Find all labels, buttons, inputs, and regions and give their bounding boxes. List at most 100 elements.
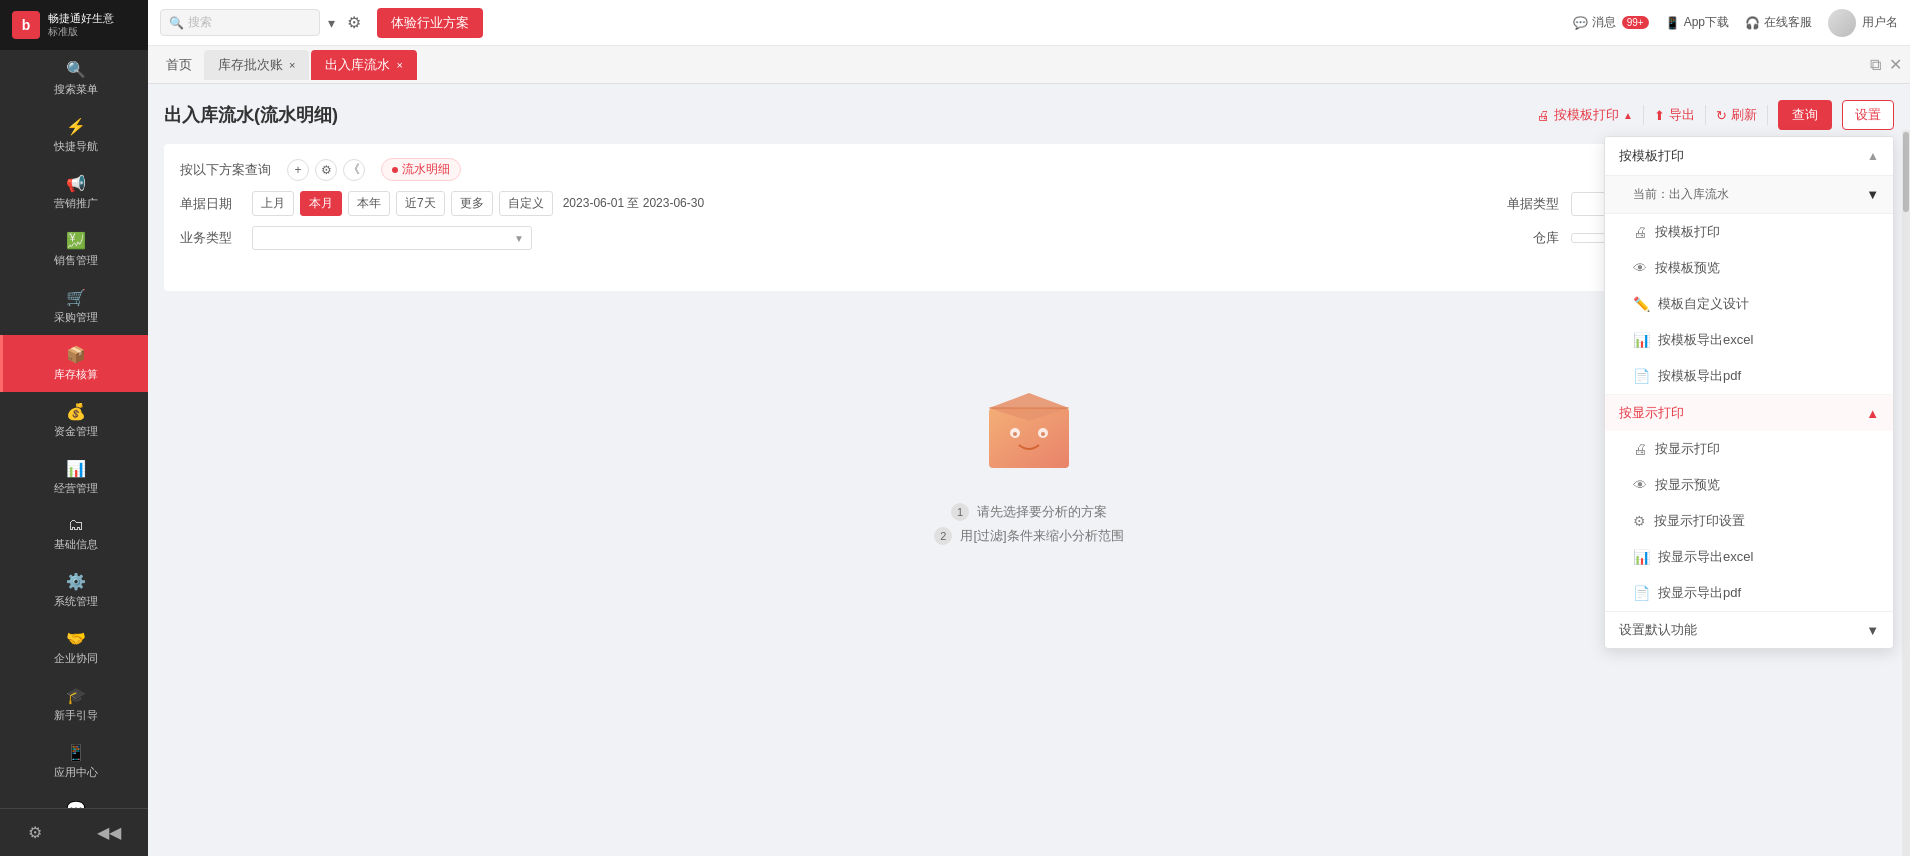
dropdown-display-section[interactable]: 按显示打印 ▲	[1605, 394, 1893, 431]
topbar-search-box[interactable]: 🔍 搜索	[160, 9, 320, 36]
search-dropdown-button[interactable]: ▾	[328, 15, 335, 31]
messages-label: 消息	[1592, 14, 1616, 31]
app-download-button[interactable]: 📱 App下载	[1665, 14, 1729, 31]
design-icon: ✏️	[1633, 296, 1650, 312]
chip-label: 流水明细	[402, 161, 450, 178]
filter-settings-button[interactable]: ⚙	[315, 159, 337, 181]
empty-step1-text: 请先选择要分析的方案	[977, 503, 1107, 521]
sidebar-item-wechat[interactable]: 💬 企业微信	[0, 790, 148, 808]
date-more-btn[interactable]: 更多	[451, 191, 493, 216]
purchase-icon: 🛒	[66, 288, 86, 307]
dropdown-item-display-print[interactable]: 🖨 按显示打印	[1605, 431, 1893, 467]
sidebar-item-finance[interactable]: 💰 资金管理	[0, 392, 148, 449]
sidebar-collapse-button[interactable]: ◀◀	[93, 819, 125, 846]
avatar	[1828, 9, 1856, 37]
empty-step-2: 2 用[过滤]条件来缩小分析范围	[934, 527, 1123, 545]
download-icon: 📱	[1665, 16, 1680, 30]
tab-restore-icon[interactable]: ⧉	[1870, 56, 1881, 74]
sidebar-settings-button[interactable]: ⚙	[24, 819, 46, 846]
dropdown-item-template-print[interactable]: 🖨 按模板打印	[1605, 214, 1893, 250]
filter-add-button[interactable]: +	[287, 159, 309, 181]
sidebar-item-label: 企业协同	[54, 651, 98, 666]
sidebar-item-purchase[interactable]: 🛒 采购管理	[0, 278, 148, 335]
home-tab-label: 首页	[166, 56, 192, 74]
sidebar-item-inventory[interactable]: 📦 库存核算	[0, 335, 148, 392]
app-logo: b 畅捷通好生意 标准版	[0, 0, 148, 50]
dropdown-item-label: 按显示导出pdf	[1658, 584, 1741, 602]
sidebar-item-shortcut[interactable]: ⚡ 快捷导航	[0, 107, 148, 164]
display-excel-icon: 📊	[1633, 549, 1650, 565]
sidebar-item-sales[interactable]: 💹 销售管理	[0, 221, 148, 278]
sidebar-item-label: 新手引导	[54, 708, 98, 723]
filter-collapse-button[interactable]: 《	[343, 159, 365, 181]
divider3	[1767, 105, 1768, 125]
step-num-1: 1	[951, 503, 969, 521]
dropdown-item-display-pdf[interactable]: 📄 按显示导出pdf	[1605, 575, 1893, 611]
warehouse-label: 仓库	[1533, 229, 1559, 247]
dropdown-title: 按模板打印	[1619, 147, 1684, 165]
messages-button[interactable]: 💬 消息 99+	[1573, 14, 1649, 31]
filter-header-label: 按以下方案查询	[180, 161, 271, 179]
display-settings-icon: ⚙	[1633, 513, 1646, 529]
settings-button[interactable]: 设置	[1842, 100, 1894, 130]
customer-service-button[interactable]: 🎧 在线客服	[1745, 14, 1812, 31]
dropdown-item-template-pdf[interactable]: 📄 按模板导出pdf	[1605, 358, 1893, 394]
dropdown-item-display-settings[interactable]: ⚙ 按显示打印设置	[1605, 503, 1893, 539]
flow-tab-close-icon[interactable]: ×	[396, 59, 402, 71]
tab-home[interactable]: 首页	[156, 50, 202, 80]
svg-point-5	[1013, 432, 1017, 436]
tab-batch[interactable]: 库存批次账 ×	[204, 50, 309, 80]
scrollbar-thumb[interactable]	[1903, 132, 1909, 212]
filter-chip[interactable]: 流水明细	[381, 158, 461, 181]
sidebar-item-system[interactable]: ⚙️ 系统管理	[0, 562, 148, 619]
dropdown-footer[interactable]: 设置默认功能 ▼	[1605, 611, 1893, 648]
export-label: 导出	[1669, 106, 1695, 124]
dropdown-item-template-preview[interactable]: 👁 按模板预览	[1605, 250, 1893, 286]
sidebar-item-label: 系统管理	[54, 594, 98, 609]
sidebar-item-collab[interactable]: 🤝 企业协同	[0, 619, 148, 676]
sidebar-item-marketing[interactable]: 📢 营销推广	[0, 164, 148, 221]
messages-badge: 99+	[1622, 16, 1649, 29]
refresh-button[interactable]: ↻ 刷新	[1716, 106, 1757, 124]
main-area: 🔍 搜索 ▾ ⚙ 体验行业方案 💬 消息 99+ 📱 App下载 🎧 在线客服	[148, 0, 1910, 856]
date-7days-btn[interactable]: 近7天	[396, 191, 445, 216]
display-pdf-icon: 📄	[1633, 585, 1650, 601]
sidebar-item-app-center[interactable]: 📱 应用中心	[0, 733, 148, 790]
trial-button[interactable]: 体验行业方案	[377, 8, 483, 38]
current-label-text: 当前：出入库流水	[1633, 186, 1729, 203]
dropdown-item-display-preview[interactable]: 👁 按显示预览	[1605, 467, 1893, 503]
user-avatar-area[interactable]: 用户名	[1828, 9, 1898, 37]
dropdown-item-label: 按模板导出pdf	[1658, 367, 1741, 385]
right-scrollbar[interactable]	[1902, 130, 1910, 856]
sidebar-item-label: 应用中心	[54, 765, 98, 780]
service-icon: 🎧	[1745, 16, 1760, 30]
sidebar-item-operation[interactable]: 📊 经营管理	[0, 449, 148, 506]
business-type-select[interactable]	[252, 226, 532, 250]
search-icon: 🔍	[169, 16, 184, 30]
dropdown-item-template-excel[interactable]: 📊 按模板导出excel	[1605, 322, 1893, 358]
export-button[interactable]: ⬆ 导出	[1654, 106, 1695, 124]
dropdown-expand-icon: ▲	[1867, 149, 1879, 163]
dropdown-item-template-design[interactable]: ✏️ 模板自定义设计	[1605, 286, 1893, 322]
print-template-button[interactable]: 🖨 按模板打印 ▲	[1537, 106, 1633, 124]
tab-flow[interactable]: 出入库流水 ×	[311, 50, 416, 80]
topbar-settings-icon[interactable]: ⚙	[347, 13, 361, 32]
doc-type-label: 单据类型	[1507, 195, 1559, 213]
inventory-icon: 📦	[66, 345, 86, 364]
date-this-year-btn[interactable]: 本年	[348, 191, 390, 216]
sidebar-item-base[interactable]: 🗂 基础信息	[0, 506, 148, 562]
sidebar-item-search[interactable]: 🔍 搜索菜单	[0, 50, 148, 107]
tab-close-icon[interactable]: ✕	[1889, 55, 1902, 74]
dropdown-item-label: 按显示打印设置	[1654, 512, 1745, 530]
dropdown-footer-label: 设置默认功能	[1619, 621, 1697, 639]
query-button[interactable]: 查询	[1778, 100, 1832, 130]
sidebar-item-guide[interactable]: 🎓 新手引导	[0, 676, 148, 733]
dropdown-item-label: 按模板打印	[1655, 223, 1720, 241]
dropdown-header[interactable]: 按模板打印 ▲	[1605, 137, 1893, 176]
date-last-month-btn[interactable]: 上月	[252, 191, 294, 216]
date-this-month-btn[interactable]: 本月	[300, 191, 342, 216]
dropdown-current[interactable]: 当前：出入库流水 ▼	[1605, 176, 1893, 214]
dropdown-item-display-excel[interactable]: 📊 按显示导出excel	[1605, 539, 1893, 575]
date-custom-btn[interactable]: 自定义	[499, 191, 553, 216]
batch-tab-close-icon[interactable]: ×	[289, 59, 295, 71]
